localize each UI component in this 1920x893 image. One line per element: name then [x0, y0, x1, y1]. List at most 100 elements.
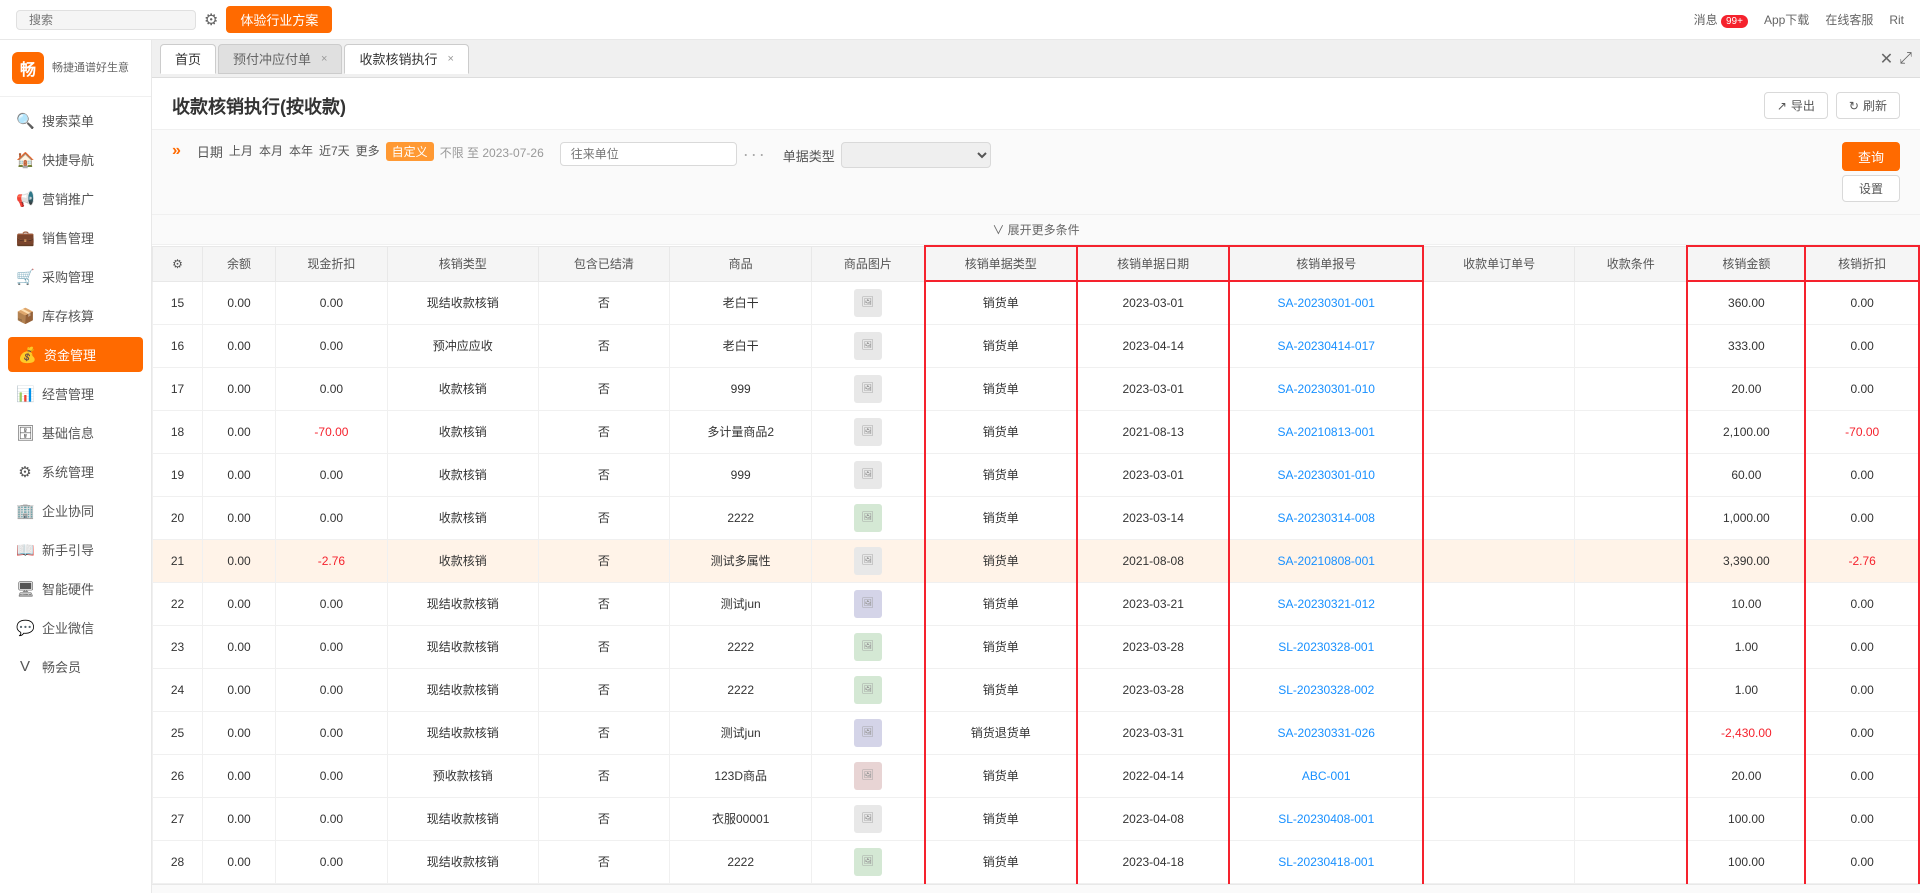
- bill-number-link[interactable]: SL-20230418-001: [1278, 855, 1374, 869]
- cell-verify-amount: 1.00: [1687, 668, 1805, 711]
- date-label: 日期: [197, 142, 223, 161]
- sidebar-item-smart[interactable]: 🖥智能硬件: [0, 569, 151, 608]
- cell-verify-discount: 0.00: [1805, 496, 1919, 539]
- cell-receipt-terms: [1575, 496, 1688, 539]
- cell-product-img: 🖼: [812, 281, 925, 324]
- cell-verify-discount: 0.00: [1805, 281, 1919, 324]
- bill-number-link[interactable]: SA-20230314-008: [1278, 511, 1375, 525]
- tab-prepay[interactable]: 预付冲应付单 ×: [218, 44, 342, 74]
- cell-receipt-terms: [1575, 324, 1688, 367]
- sidebar-item-wechat[interactable]: 💬企业微信: [0, 608, 151, 647]
- bill-number-link[interactable]: SA-20230301-010: [1278, 382, 1375, 396]
- cell-balance: 0.00: [203, 324, 276, 367]
- table-row: 26 0.00 0.00 预收款核销 否 123D商品 🖼 销货单 2022-0…: [153, 754, 1920, 797]
- date-more[interactable]: 更多: [356, 142, 380, 161]
- tab-prepay-close[interactable]: ×: [321, 53, 327, 65]
- cell-num: 19: [153, 453, 203, 496]
- cell-verify-type: 现结收款核销: [387, 797, 538, 840]
- cell-bill-report-date: 2023-03-21: [1077, 582, 1229, 625]
- refresh-button[interactable]: ↻ 刷新: [1836, 92, 1900, 119]
- search-input[interactable]: [16, 10, 196, 30]
- cell-bill-report-date: 2023-03-14: [1077, 496, 1229, 539]
- online-service-link[interactable]: 在线客服: [1825, 11, 1873, 28]
- cell-bill-number: SA-20230331-026: [1229, 711, 1423, 754]
- sidebar-item-sales[interactable]: 💼销售管理: [0, 218, 151, 257]
- bill-number-link[interactable]: SL-20230408-001: [1278, 812, 1374, 826]
- sidebar-item-member[interactable]: V畅会员: [0, 647, 151, 686]
- table-row: 27 0.00 0.00 现结收款核销 否 衣服00001 🖼 销货单 2023…: [153, 797, 1920, 840]
- bill-number-link[interactable]: SA-20230301-001: [1278, 296, 1375, 310]
- tab-bar: 首页 预付冲应付单 × 收款核销执行 × ✕ ⤢: [152, 40, 1920, 78]
- sidebar-item-system[interactable]: ⚙系统管理: [0, 452, 151, 491]
- bill-number-link[interactable]: SA-20210808-001: [1278, 554, 1375, 568]
- date-7days[interactable]: 近7天: [319, 142, 350, 161]
- expand-conditions-bar[interactable]: ∨ 展开更多条件: [152, 215, 1920, 245]
- date-this-month[interactable]: 本月: [259, 142, 283, 161]
- bill-number-link[interactable]: SL-20230328-001: [1278, 640, 1374, 654]
- cell-receipt-order: [1423, 711, 1575, 754]
- sidebar-item-search[interactable]: 🔍搜索菜单: [0, 101, 151, 140]
- cell-receipt-order: [1423, 453, 1575, 496]
- bill-type-select[interactable]: [841, 142, 991, 168]
- cell-receipt-terms: [1575, 539, 1688, 582]
- th-gear[interactable]: ⚙: [153, 246, 203, 281]
- th-cash-discount: 现金折扣: [275, 246, 387, 281]
- cell-product-img: 🖼: [812, 840, 925, 883]
- bill-number-link[interactable]: SA-20230301-010: [1278, 468, 1375, 482]
- cell-cash-discount: 0.00: [275, 281, 387, 324]
- product-thumbnail: 🖼: [854, 762, 882, 790]
- message-area[interactable]: 消息 99+: [1694, 11, 1748, 28]
- filter-toggle-icon[interactable]: »: [172, 142, 181, 160]
- query-button[interactable]: 查询: [1842, 142, 1900, 171]
- sidebar-item-inventory[interactable]: 📦库存核算: [0, 296, 151, 335]
- top-bar-left: ⚙ 体验行业方案: [16, 6, 1682, 33]
- cell-verify-type: 预收款核销: [387, 754, 538, 797]
- sidebar-item-marketing[interactable]: 📢营销推广: [0, 179, 151, 218]
- th-receipt-terms: 收款条件: [1575, 246, 1688, 281]
- cell-balance: 0.00: [203, 453, 276, 496]
- cell-receipt-order: [1423, 496, 1575, 539]
- bill-number-link[interactable]: SA-20230414-017: [1278, 339, 1375, 353]
- gear-icon[interactable]: ⚙: [204, 10, 218, 30]
- bill-number-link[interactable]: SA-20230331-026: [1278, 726, 1375, 740]
- bill-number-link[interactable]: SA-20210813-001: [1278, 425, 1375, 439]
- cell-receipt-terms: [1575, 625, 1688, 668]
- sidebar-item-operation[interactable]: 📊经营管理: [0, 374, 151, 413]
- bill-number-link[interactable]: SA-20230321-012: [1278, 597, 1375, 611]
- cell-bill-report-date: 2023-04-14: [1077, 324, 1229, 367]
- page-inner: 收款核销执行(按收款) ↗ 导出 ↻ 刷新 »: [152, 78, 1920, 893]
- export-button[interactable]: ↗ 导出: [1764, 92, 1828, 119]
- bill-number-link[interactable]: ABC-001: [1302, 769, 1351, 783]
- cell-bill-report-type: 销货退货单: [925, 711, 1077, 754]
- date-last-month[interactable]: 上月: [229, 142, 253, 161]
- cell-receipt-terms: [1575, 840, 1688, 883]
- cell-receipt-terms: [1575, 711, 1688, 754]
- tab-verify[interactable]: 收款核销执行 ×: [344, 44, 468, 74]
- solution-button[interactable]: 体验行业方案: [226, 6, 332, 33]
- sidebar-item-enterprise[interactable]: 🏢企业协同: [0, 491, 151, 530]
- counterpart-input[interactable]: [560, 142, 737, 166]
- sidebar-guide-label: 新手引导: [42, 540, 94, 559]
- sidebar-member-label: 畅会员: [42, 657, 81, 676]
- date-custom[interactable]: 自定义: [386, 142, 434, 161]
- app-download-link[interactable]: App下载: [1764, 11, 1809, 28]
- sidebar-sales-icon: 💼: [16, 229, 34, 247]
- cell-include-settled: 否: [538, 754, 669, 797]
- sidebar-item-purchase[interactable]: 🛒采购管理: [0, 257, 151, 296]
- sidebar-item-guide[interactable]: 📖 新手引导: [0, 530, 151, 569]
- cell-bill-report-date: 2023-04-18: [1077, 840, 1229, 883]
- tab-close-button[interactable]: ✕: [1880, 49, 1893, 69]
- bill-number-link[interactable]: SL-20230328-002: [1278, 683, 1374, 697]
- sidebar-item-quicknav[interactable]: 🏠快捷导航: [0, 140, 151, 179]
- tab-expand-button[interactable]: ⤢: [1899, 49, 1912, 69]
- tab-verify-close[interactable]: ×: [447, 53, 453, 65]
- sidebar-item-basic[interactable]: 🗄基础信息: [0, 413, 151, 452]
- date-this-year[interactable]: 本年: [289, 142, 313, 161]
- cell-verify-amount: 360.00: [1687, 281, 1805, 324]
- tab-home[interactable]: 首页: [160, 44, 216, 74]
- cell-verify-discount: -70.00: [1805, 410, 1919, 453]
- setting-button[interactable]: 设置: [1842, 175, 1900, 202]
- sidebar-item-finance[interactable]: 💰资金管理: [8, 337, 143, 372]
- cell-product-img: 🖼: [812, 711, 925, 754]
- sidebar-guide-icon: 📖: [16, 541, 34, 559]
